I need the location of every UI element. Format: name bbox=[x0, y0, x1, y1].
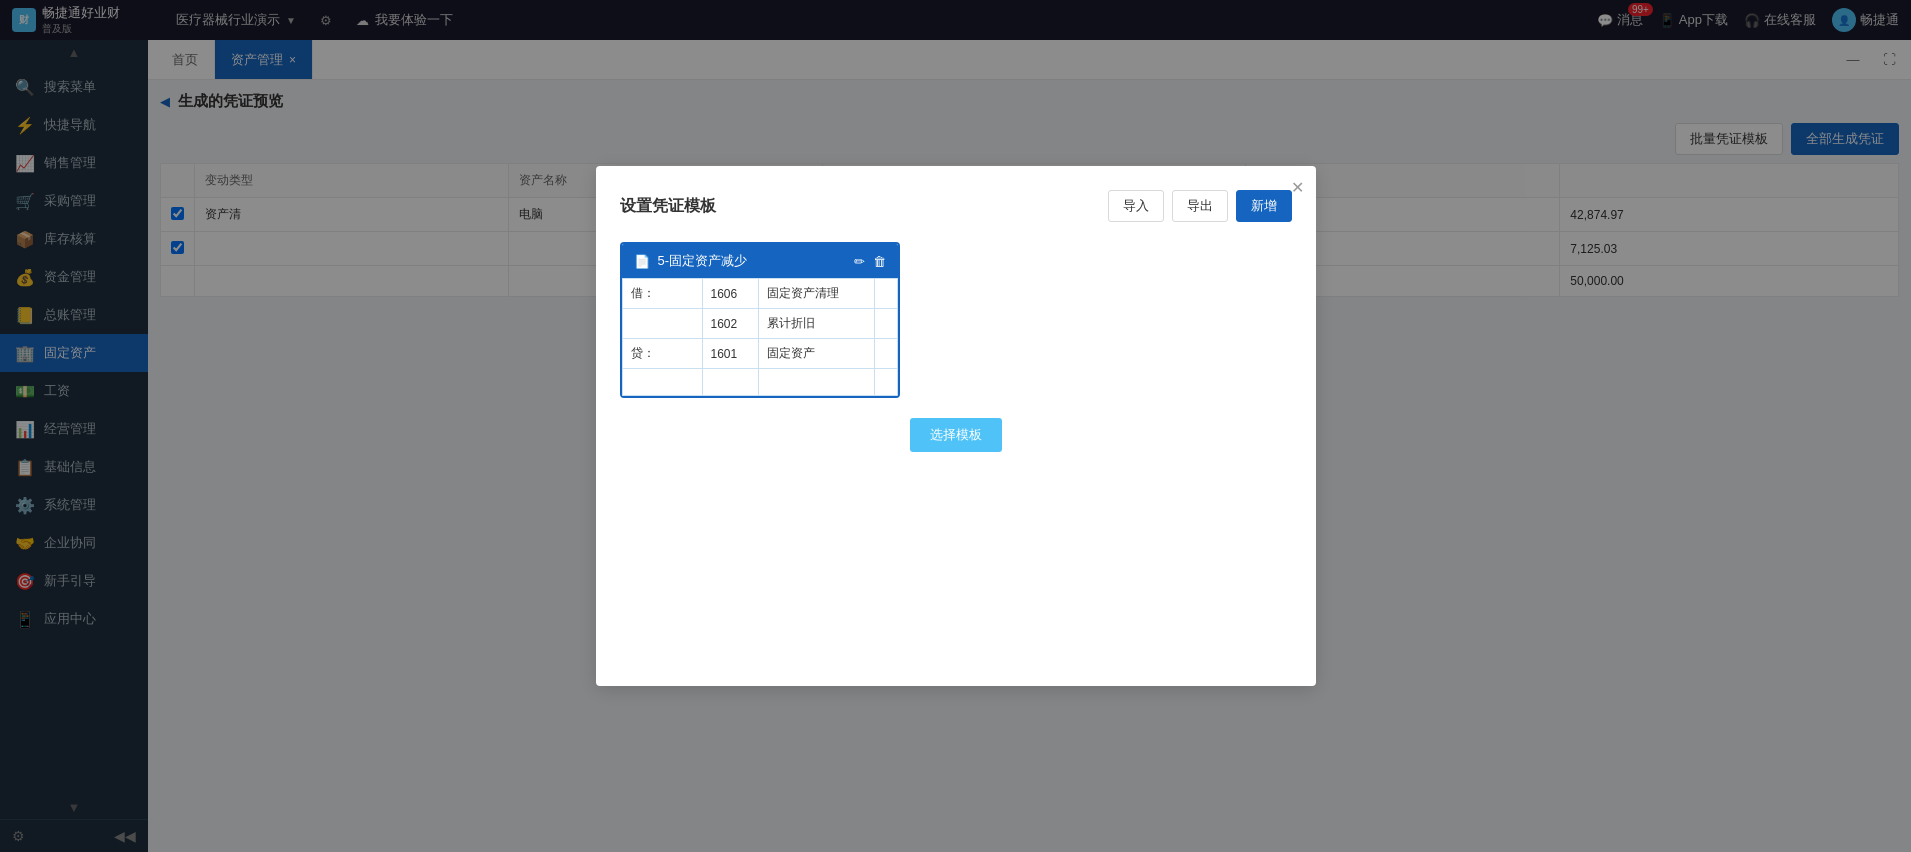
debit-label-1: 借： bbox=[622, 279, 702, 309]
export-btn[interactable]: 导出 bbox=[1172, 190, 1228, 222]
template-debit-row-1: 借： 1606 固定资产清理 bbox=[622, 279, 897, 309]
credit-name-1: 固定资产 bbox=[759, 339, 875, 369]
template-doc-icon: 📄 bbox=[634, 254, 650, 269]
modal-overlay[interactable]: 设置凭证模板 导入 导出 新增 ✕ 📄 5-固定资产减少 ✏ 🗑 bbox=[0, 0, 1911, 852]
debit-name-1: 固定资产清理 bbox=[759, 279, 875, 309]
template-table: 借： 1606 固定资产清理 1602 累计折旧 贷： 1601 bbox=[622, 278, 898, 396]
template-number: 5 bbox=[658, 253, 665, 268]
empty-cell-3 bbox=[759, 369, 875, 396]
template-empty-row bbox=[622, 369, 897, 396]
modal-title: 设置凭证模板 bbox=[620, 196, 716, 217]
debit-code-2: 1602 bbox=[702, 309, 759, 339]
credit-code-1: 1601 bbox=[702, 339, 759, 369]
debit-label-2 bbox=[622, 309, 702, 339]
select-template-btn[interactable]: 选择模板 bbox=[910, 418, 1002, 452]
debit-name-2: 累计折旧 bbox=[759, 309, 875, 339]
debit-code-1: 1606 bbox=[702, 279, 759, 309]
edit-icon[interactable]: ✏ bbox=[854, 254, 865, 269]
import-btn[interactable]: 导入 bbox=[1108, 190, 1164, 222]
template-name: 固定资产减少 bbox=[669, 253, 747, 268]
modal-close-btn[interactable]: ✕ bbox=[1291, 178, 1304, 197]
credit-cell-4 bbox=[875, 339, 897, 369]
debit-cell-4 bbox=[875, 279, 897, 309]
credit-label-1: 贷： bbox=[622, 339, 702, 369]
template-card-icons: ✏ 🗑 bbox=[854, 254, 886, 269]
template-credit-row-1: 贷： 1601 固定资产 bbox=[622, 339, 897, 369]
voucher-template-modal: 设置凭证模板 导入 导出 新增 ✕ 📄 5-固定资产减少 ✏ 🗑 bbox=[596, 166, 1316, 686]
modal-header-actions: 导入 导出 新增 bbox=[1108, 190, 1292, 222]
delete-icon[interactable]: 🗑 bbox=[873, 254, 886, 269]
empty-cell-2 bbox=[702, 369, 759, 396]
template-card-header: 📄 5-固定资产减少 ✏ 🗑 bbox=[622, 244, 898, 278]
modal-header: 设置凭证模板 导入 导出 新增 bbox=[620, 190, 1292, 222]
template-card-title-group: 📄 5-固定资产减少 bbox=[634, 252, 748, 270]
template-card: 📄 5-固定资产减少 ✏ 🗑 借： 1606 固定资产清理 bbox=[620, 242, 900, 398]
new-btn[interactable]: 新增 bbox=[1236, 190, 1292, 222]
empty-cell-1 bbox=[622, 369, 702, 396]
debit-cell-4b bbox=[875, 309, 897, 339]
empty-cell-4 bbox=[875, 369, 897, 396]
template-debit-row-2: 1602 累计折旧 bbox=[622, 309, 897, 339]
template-card-title: 5-固定资产减少 bbox=[658, 252, 748, 270]
